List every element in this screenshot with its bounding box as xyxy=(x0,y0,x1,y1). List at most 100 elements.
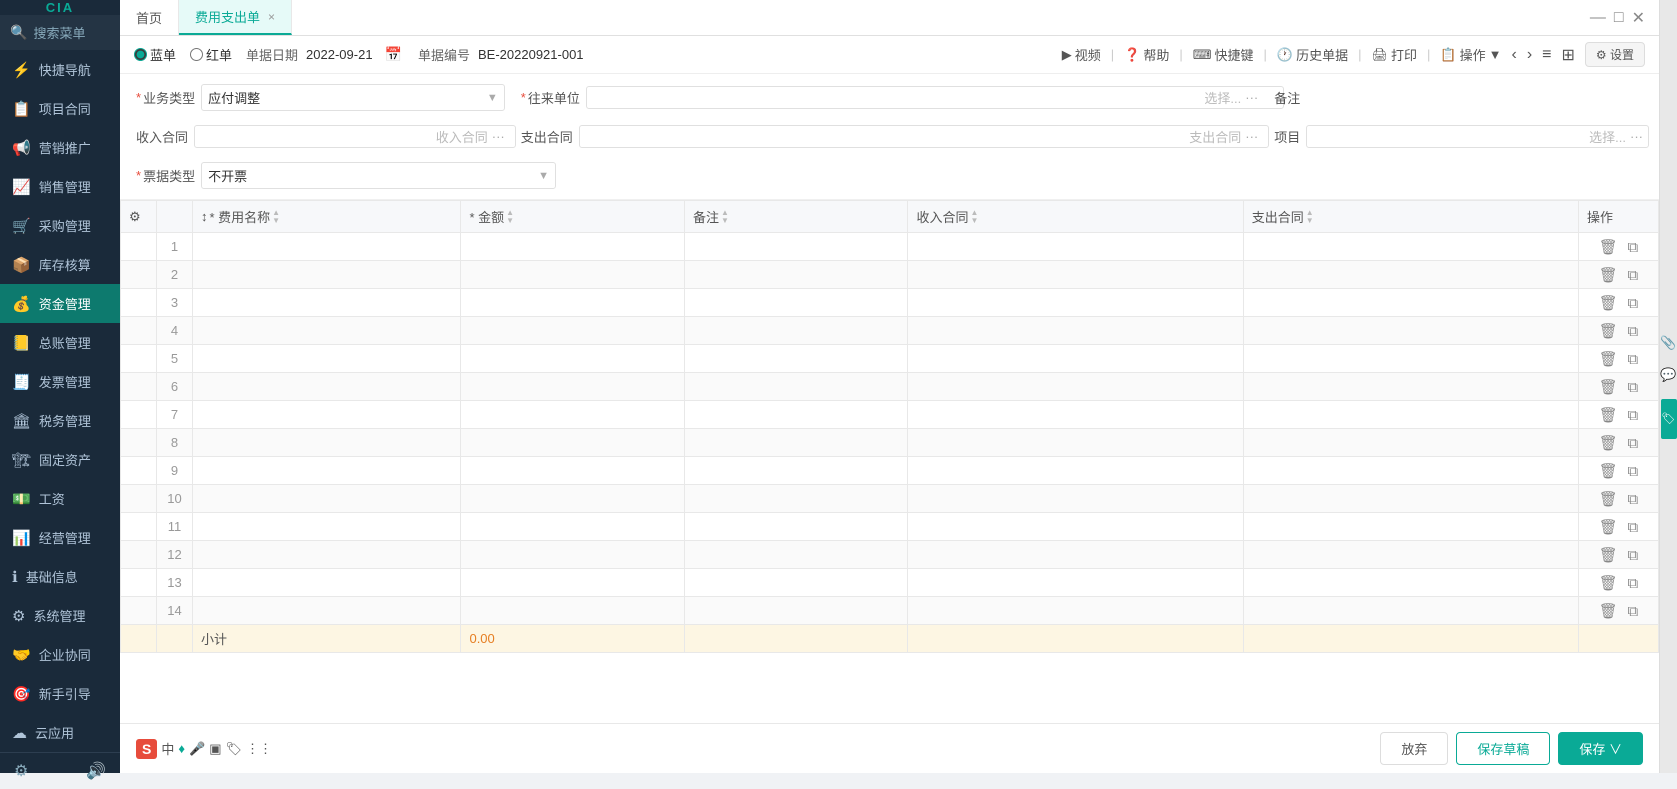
row-expense-contract-cell[interactable] xyxy=(1243,457,1578,485)
discard-button[interactable]: 放弃 xyxy=(1380,732,1448,765)
sidebar-item-quick-nav[interactable]: ⚡ 快捷导航 xyxy=(0,50,120,89)
row-amount-cell[interactable] xyxy=(461,345,685,373)
sidebar-search[interactable]: 🔍 搜索菜单 xyxy=(0,15,120,50)
row-remark-cell[interactable] xyxy=(684,401,908,429)
row-copy-btn[interactable]: ⧉ xyxy=(1624,603,1641,620)
row-copy-btn[interactable]: ⧉ xyxy=(1624,351,1641,368)
row-amount-cell[interactable] xyxy=(461,429,685,457)
row-expense-contract-cell[interactable] xyxy=(1243,345,1578,373)
row-delete-btn[interactable]: 🗑 xyxy=(1596,406,1621,424)
row-remark-cell[interactable] xyxy=(684,261,908,289)
th-remark[interactable]: 备注 ▲▼ xyxy=(684,201,908,233)
row-expense-contract-cell[interactable] xyxy=(1243,513,1578,541)
row-delete-btn[interactable]: 🗑 xyxy=(1596,546,1621,564)
ticket-type-select[interactable]: 不开票 ▼ xyxy=(201,162,556,189)
row-delete-btn[interactable]: 🗑 xyxy=(1596,350,1621,368)
row-delete-btn[interactable]: 🗑 xyxy=(1596,518,1621,536)
row-expense-name-cell[interactable] xyxy=(193,541,461,569)
row-copy-btn[interactable]: ⧉ xyxy=(1624,379,1641,396)
row-expense-name-cell[interactable] xyxy=(193,401,461,429)
row-remark-cell[interactable] xyxy=(684,485,908,513)
sidebar-item-project-contract[interactable]: 📋 项目合同 xyxy=(0,89,120,128)
row-remark-cell[interactable] xyxy=(684,373,908,401)
row-expense-name-cell[interactable] xyxy=(193,261,461,289)
row-amount-cell[interactable] xyxy=(461,513,685,541)
window-expand-btn[interactable]: □ xyxy=(1610,9,1628,27)
row-expense-contract-cell[interactable] xyxy=(1243,373,1578,401)
row-amount-cell[interactable] xyxy=(461,261,685,289)
row-income-contract-cell[interactable] xyxy=(908,345,1243,373)
row-expense-name-cell[interactable] xyxy=(193,317,461,345)
tab-close-icon[interactable]: × xyxy=(268,10,275,24)
row-income-contract-cell[interactable] xyxy=(908,261,1243,289)
th-gear[interactable]: ⚙ xyxy=(121,201,157,233)
row-delete-btn[interactable]: 🗑 xyxy=(1596,322,1621,340)
row-income-contract-cell[interactable] xyxy=(908,401,1243,429)
row-amount-cell[interactable] xyxy=(461,597,685,625)
row-copy-btn[interactable]: ⧉ xyxy=(1624,435,1641,452)
toolbar-print-btn[interactable]: 🖨 打印 xyxy=(1372,45,1418,64)
row-expense-contract-cell[interactable] xyxy=(1243,429,1578,457)
row-amount-cell[interactable] xyxy=(461,569,685,597)
row-amount-cell[interactable] xyxy=(461,317,685,345)
sidebar-item-purchase[interactable]: 🛒 采购管理 xyxy=(0,206,120,245)
row-income-contract-cell[interactable] xyxy=(908,597,1243,625)
row-expense-name-cell[interactable] xyxy=(193,233,461,261)
sidebar-item-accounting[interactable]: 📒 总账管理 xyxy=(0,323,120,362)
sidebar-item-system[interactable]: ⚙ 系统管理 xyxy=(0,596,120,635)
sidebar-item-enterprise[interactable]: 🤝 企业协同 xyxy=(0,635,120,674)
partner-input[interactable] xyxy=(586,86,1285,109)
row-expense-name-cell[interactable] xyxy=(193,597,461,625)
row-income-contract-cell[interactable] xyxy=(908,569,1243,597)
sidebar-item-salary[interactable]: 💵 工资 xyxy=(0,479,120,518)
row-copy-btn[interactable]: ⧉ xyxy=(1624,323,1641,340)
view-list-btn[interactable]: ≡ xyxy=(1542,46,1551,64)
th-expense-name[interactable]: ↕ * 费用名称 ▲▼ xyxy=(193,201,461,233)
row-income-contract-cell[interactable] xyxy=(908,485,1243,513)
window-close-btn[interactable]: ✕ xyxy=(1628,8,1649,28)
row-expense-contract-cell[interactable] xyxy=(1243,485,1578,513)
toolbar-video-btn[interactable]: ▶ 视频 xyxy=(1062,45,1101,64)
comment-icon[interactable]: 💬 xyxy=(1660,367,1676,383)
tab-home[interactable]: 首页 xyxy=(120,0,179,35)
row-income-contract-cell[interactable] xyxy=(908,513,1243,541)
th-amount[interactable]: * 金额 ▲▼ xyxy=(461,201,685,233)
row-delete-btn[interactable]: 🗑 xyxy=(1596,462,1621,480)
row-copy-btn[interactable]: ⧉ xyxy=(1624,407,1641,424)
row-remark-cell[interactable] xyxy=(684,569,908,597)
row-amount-cell[interactable] xyxy=(461,373,685,401)
row-amount-cell[interactable] xyxy=(461,457,685,485)
row-remark-cell[interactable] xyxy=(684,597,908,625)
sidebar-item-newbie[interactable]: 🎯 新手引导 xyxy=(0,674,120,713)
settings-btn[interactable]: ⚙ 设置 xyxy=(1585,42,1645,67)
th-income-contract[interactable]: 收入合同 ▲▼ xyxy=(908,201,1243,233)
row-expense-name-cell[interactable] xyxy=(193,485,461,513)
row-expense-contract-cell[interactable] xyxy=(1243,569,1578,597)
view-grid-btn[interactable]: ⊞ xyxy=(1562,45,1575,65)
row-copy-btn[interactable]: ⧉ xyxy=(1624,267,1641,284)
row-remark-cell[interactable] xyxy=(684,457,908,485)
row-amount-cell[interactable] xyxy=(461,541,685,569)
draft-button[interactable]: 保存草稿 xyxy=(1456,732,1550,765)
sidebar-item-marketing[interactable]: 📢 营销推广 xyxy=(0,128,120,167)
row-copy-btn[interactable]: ⧉ xyxy=(1624,491,1641,508)
sidebar-item-fixed-assets[interactable]: 🏗 固定资产 xyxy=(0,440,120,479)
row-expense-name-cell[interactable] xyxy=(193,429,461,457)
row-income-contract-cell[interactable] xyxy=(908,373,1243,401)
row-copy-btn[interactable]: ⧉ xyxy=(1624,463,1641,480)
income-contract-dots[interactable]: ··· xyxy=(492,129,505,144)
income-contract-input[interactable] xyxy=(194,125,516,148)
row-delete-btn[interactable]: 🗑 xyxy=(1596,378,1621,396)
row-expense-contract-cell[interactable] xyxy=(1243,597,1578,625)
row-copy-btn[interactable]: ⧉ xyxy=(1624,519,1641,536)
row-expense-contract-cell[interactable] xyxy=(1243,401,1578,429)
row-remark-cell[interactable] xyxy=(684,233,908,261)
row-remark-cell[interactable] xyxy=(684,289,908,317)
window-minimize-btn[interactable]: — xyxy=(1586,9,1610,27)
row-expense-contract-cell[interactable] xyxy=(1243,289,1578,317)
row-income-contract-cell[interactable] xyxy=(908,541,1243,569)
radio-blue[interactable]: 蓝单 xyxy=(134,45,176,64)
tag-panel-btn[interactable]: 🏷 xyxy=(1661,399,1677,439)
sidebar-item-inventory[interactable]: 📦 库存核算 xyxy=(0,245,120,284)
row-copy-btn[interactable]: ⧉ xyxy=(1624,295,1641,312)
